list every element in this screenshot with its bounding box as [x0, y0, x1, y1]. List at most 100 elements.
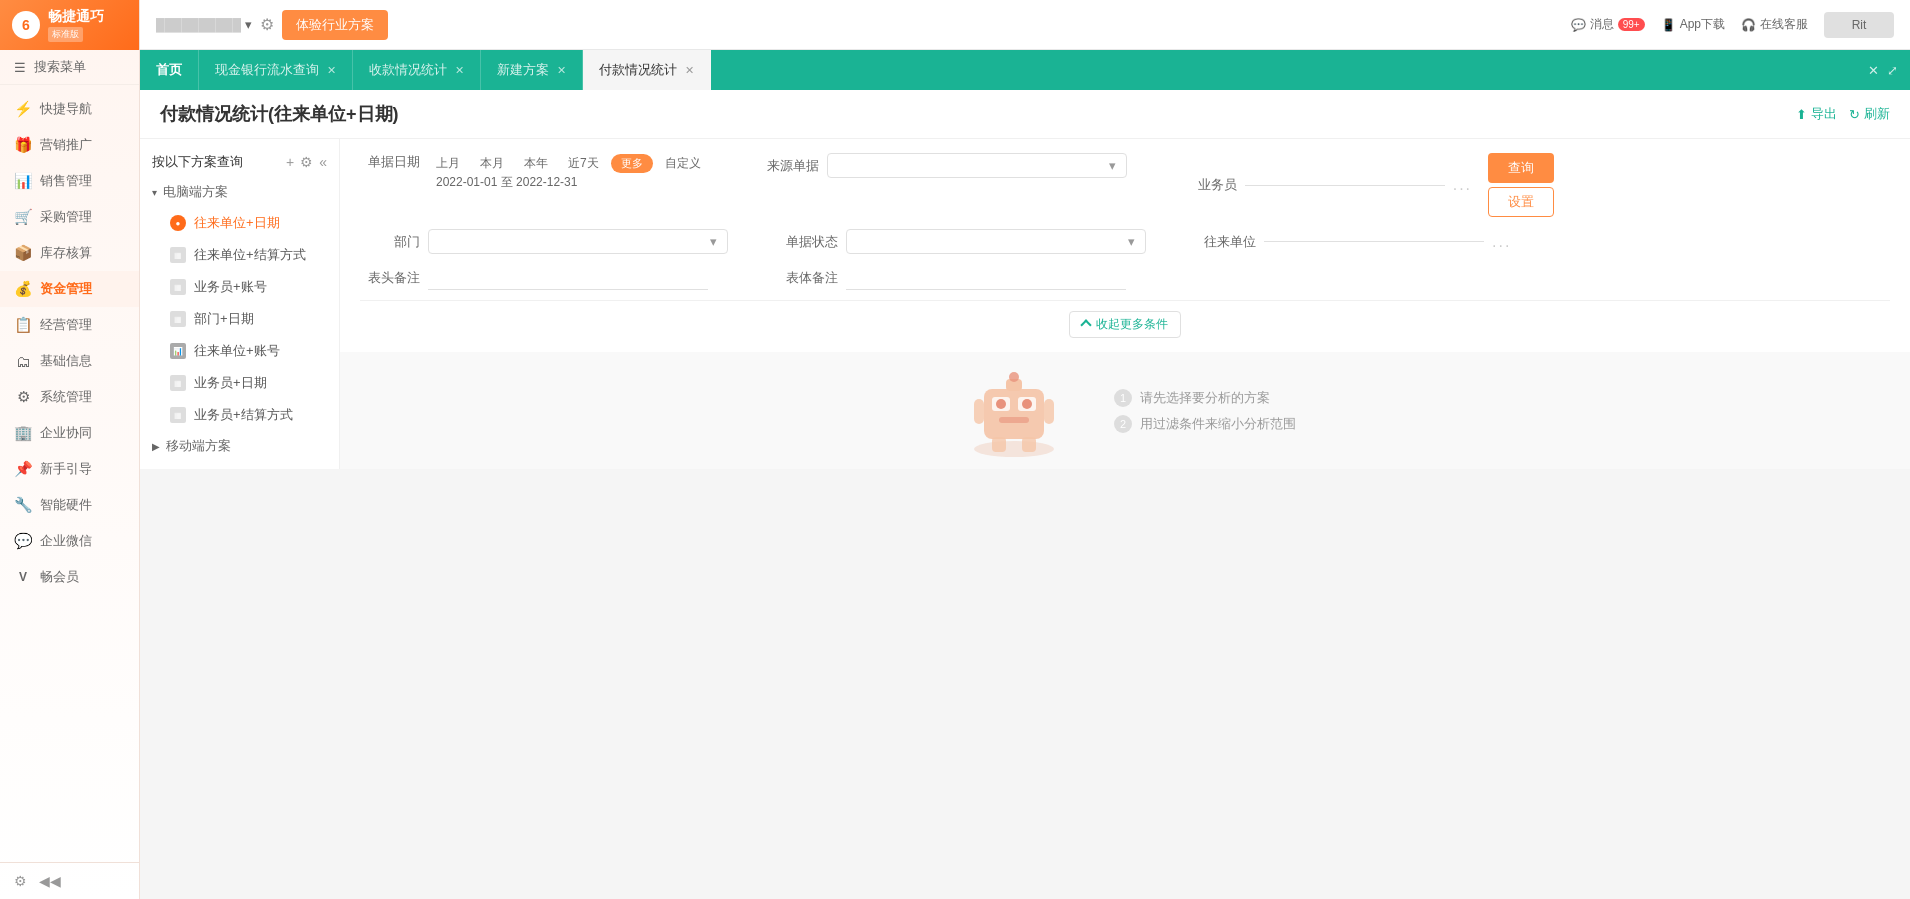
- topbar-profile-dropdown[interactable]: ██████████ ▾: [156, 17, 252, 32]
- scheme-add-icon[interactable]: +: [286, 154, 294, 170]
- header-note-input[interactable]: [428, 266, 708, 290]
- topbar-company-name: ██████████: [156, 18, 241, 32]
- tab-collection[interactable]: 收款情况统计 ✕: [353, 50, 481, 90]
- scheme-collapse-icon[interactable]: «: [319, 154, 327, 170]
- topbar-trial-button[interactable]: 体验行业方案: [282, 10, 388, 40]
- sidebar-item-label: 畅会员: [40, 568, 79, 586]
- topbar-app-label: App下载: [1680, 16, 1725, 33]
- scheme-item-icon-partner-date: ●: [170, 215, 186, 231]
- scheme-desktop-label: 电脑端方案: [163, 183, 228, 201]
- sidebar-item-wechat[interactable]: 💬 企业微信: [0, 523, 139, 559]
- scheme-item-dept-date[interactable]: ▦ 部门+日期: [140, 303, 339, 335]
- partner-dots[interactable]: ...: [1492, 233, 1511, 251]
- sidebar-header: 6 畅捷通巧 标准版: [0, 0, 139, 50]
- sidebar-item-label: 采购管理: [40, 208, 92, 226]
- chevron-up-icon: [1080, 319, 1091, 330]
- collapse-more-button[interactable]: 收起更多条件: [1069, 311, 1181, 338]
- filter-status-group: 单据状态 ▾: [778, 229, 1146, 254]
- date-opt-this-month[interactable]: 本月: [472, 153, 512, 174]
- sidebar-item-label: 销售管理: [40, 172, 92, 190]
- sidebar-item-sales[interactable]: 📊 销售管理: [0, 163, 139, 199]
- tab-controls: ✕ ⤢: [1856, 50, 1910, 90]
- status-label: 单据状态: [778, 233, 838, 251]
- tab-payment-label: 付款情况统计: [599, 61, 677, 79]
- topbar: ██████████ ▾ ⚙ 体验行业方案 💬 消息 99+ 📱 App下载 🎧…: [140, 0, 1910, 50]
- tab-close-all-icon[interactable]: ✕: [1868, 63, 1879, 78]
- date-opt-7days[interactable]: 近7天: [560, 153, 607, 174]
- refresh-button[interactable]: ↻ 刷新: [1849, 105, 1890, 123]
- tab-cashflow[interactable]: 现金银行流水查询 ✕: [199, 50, 353, 90]
- sidebar-item-finance[interactable]: 💰 资金管理: [0, 271, 139, 307]
- page-actions: ⬆ 导出 ↻ 刷新: [1796, 105, 1890, 123]
- scheme-item-icon-salesperson-date: ▦: [170, 375, 186, 391]
- topbar-avatar[interactable]: Rit: [1824, 12, 1894, 38]
- query-button[interactable]: 查询: [1488, 153, 1554, 183]
- topbar-settings-icon[interactable]: ⚙: [260, 15, 274, 34]
- settings-button[interactable]: 设置: [1488, 187, 1554, 217]
- sidebar-item-operation[interactable]: 📋 经营管理: [0, 307, 139, 343]
- sidebar-settings-btn[interactable]: ⚙: [14, 873, 27, 889]
- scheme-mobile-group-title[interactable]: ▶ 移动端方案: [140, 431, 339, 461]
- date-opt-this-year[interactable]: 本年: [516, 153, 556, 174]
- empty-tip-2: 2 用过滤条件来缩小分析范围: [1114, 415, 1296, 433]
- dept-select-chevron: ▾: [710, 234, 717, 249]
- topbar-message-btn[interactable]: 💬 消息 99+: [1571, 16, 1645, 33]
- filter-date-group: 单据日期 上月 本月 本年 近7天 更多 自定义: [360, 153, 709, 191]
- sidebar-item-member[interactable]: V 畅会员: [0, 559, 139, 595]
- status-select[interactable]: ▾: [846, 229, 1146, 254]
- date-opt-more[interactable]: 更多: [611, 154, 653, 173]
- member-icon: V: [14, 568, 32, 586]
- sidebar-collapse-btn[interactable]: ◀◀: [39, 873, 61, 889]
- tab-collection-close[interactable]: ✕: [455, 64, 464, 77]
- body-note-input[interactable]: [846, 266, 1126, 290]
- tab-new-plan-close[interactable]: ✕: [557, 64, 566, 77]
- svg-point-4: [996, 399, 1006, 409]
- tab-home[interactable]: 首页: [140, 50, 199, 90]
- sidebar-item-hardware[interactable]: 🔧 智能硬件: [0, 487, 139, 523]
- tab-expand-icon[interactable]: ⤢: [1887, 63, 1898, 78]
- source-select[interactable]: ▾: [827, 153, 1127, 178]
- scheme-item-salesperson-date[interactable]: ▦ 业务员+日期: [140, 367, 339, 399]
- date-opt-custom[interactable]: 自定义: [657, 153, 709, 174]
- page-header: 付款情况统计(往来单位+日期) ⬆ 导出 ↻ 刷新: [140, 90, 1910, 139]
- scheme-item-label-partner-settle: 往来单位+结算方式: [194, 246, 306, 264]
- dept-select[interactable]: ▾: [428, 229, 728, 254]
- scheme-panel: 按以下方案查询 + ⚙ « ▾ 电脑端方案 ●: [140, 139, 340, 469]
- scheme-item-salesperson-settle[interactable]: ▦ 业务员+结算方式: [140, 399, 339, 431]
- scheme-item-partner-date[interactable]: ● 往来单位+日期: [140, 207, 339, 239]
- salesperson-dots[interactable]: ...: [1453, 176, 1472, 194]
- scheme-item-partner-settle[interactable]: ▦ 往来单位+结算方式: [140, 239, 339, 271]
- date-opt-last-month[interactable]: 上月: [428, 153, 468, 174]
- robot-svg: [954, 359, 1074, 459]
- quick-nav-icon: ⚡: [14, 100, 32, 118]
- topbar-app-btn[interactable]: 📱 App下载: [1661, 16, 1725, 33]
- sidebar-item-guide[interactable]: 📌 新手引导: [0, 451, 139, 487]
- tab-new-plan[interactable]: 新建方案 ✕: [481, 50, 583, 90]
- scheme-desktop-group-title[interactable]: ▾ 电脑端方案: [140, 177, 339, 207]
- sidebar-search-menu[interactable]: ☰ 搜索菜单: [0, 50, 139, 85]
- sidebar-item-quick-nav[interactable]: ⚡ 快捷导航: [0, 91, 139, 127]
- tab-payment-close[interactable]: ✕: [685, 64, 694, 77]
- export-button[interactable]: ⬆ 导出: [1796, 105, 1837, 123]
- sidebar-item-system[interactable]: ⚙ 系统管理: [0, 379, 139, 415]
- tab-payment[interactable]: 付款情况统计 ✕: [583, 50, 711, 90]
- sidebar-item-marketing[interactable]: 🎁 营销推广: [0, 127, 139, 163]
- scheme-item-icon-salesperson-settle: ▦: [170, 407, 186, 423]
- scheme-item-label-partner-account: 往来单位+账号: [194, 342, 280, 360]
- scheme-item-salesperson-account[interactable]: ▦ 业务员+账号: [140, 271, 339, 303]
- sidebar-item-inventory[interactable]: 📦 库存核算: [0, 235, 139, 271]
- scheme-panel-icons: + ⚙ «: [286, 154, 327, 170]
- sidebar-item-purchase[interactable]: 🛒 采购管理: [0, 199, 139, 235]
- topbar-service-btn[interactable]: 🎧 在线客服: [1741, 16, 1808, 33]
- sidebar-item-enterprise[interactable]: 🏢 企业协同: [0, 415, 139, 451]
- sidebar-item-basic[interactable]: 🗂 基础信息: [0, 343, 139, 379]
- sidebar-item-label: 新手引导: [40, 460, 92, 478]
- scheme-mobile-label: 移动端方案: [166, 437, 231, 455]
- scheme-settings-icon[interactable]: ⚙: [300, 154, 313, 170]
- tab-cashflow-label: 现金银行流水查询: [215, 61, 319, 79]
- scheme-item-partner-account[interactable]: 📊 往来单位+账号: [140, 335, 339, 367]
- tab-cashflow-close[interactable]: ✕: [327, 64, 336, 77]
- filter-header-note-group: 表头备注: [360, 266, 708, 290]
- sidebar-item-label: 资金管理: [40, 280, 92, 298]
- scheme-item-label-salesperson-date: 业务员+日期: [194, 374, 267, 392]
